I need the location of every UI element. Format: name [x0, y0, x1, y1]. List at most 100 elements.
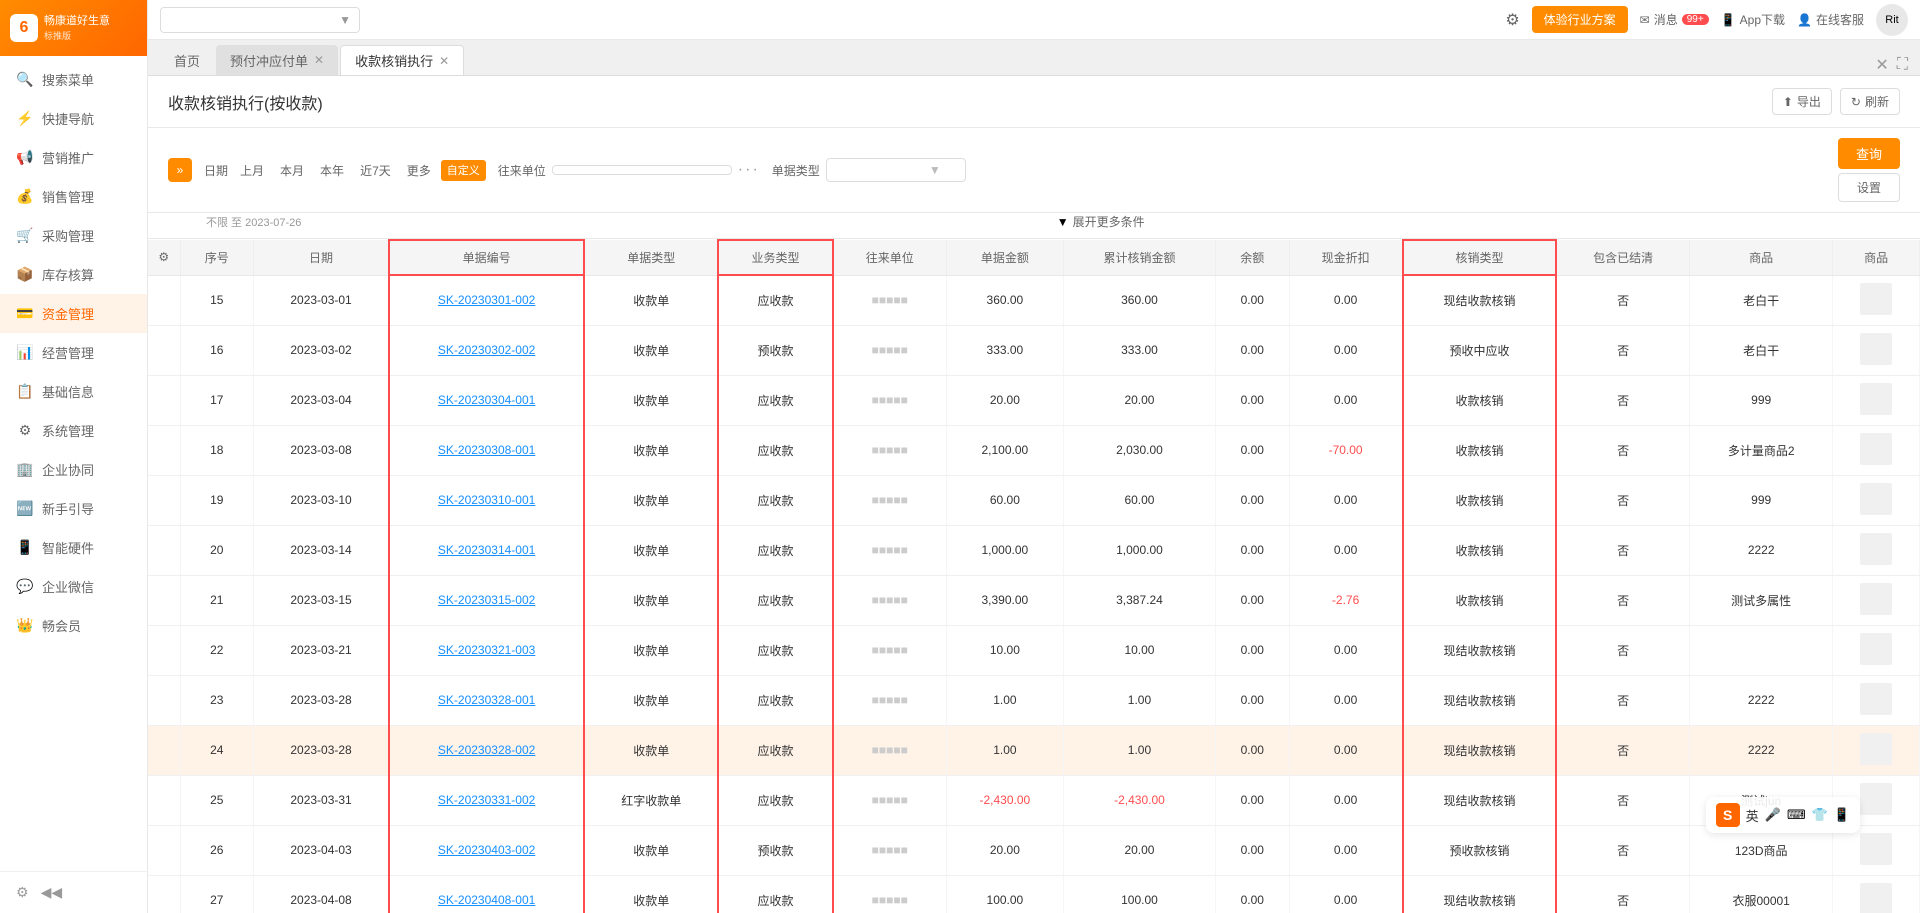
bill-no-link[interactable]: SK-20230308-001	[438, 443, 535, 457]
table-row[interactable]: 27 2023-04-08 SK-20230408-001 收款单 应收款 ■■…	[148, 875, 1920, 913]
cell-gear	[148, 375, 180, 425]
cell-bill-no: SK-20230314-001	[389, 525, 584, 575]
sidebar-item-label: 新手引导	[42, 499, 94, 518]
maximize-icon[interactable]: ⛶	[1897, 56, 1908, 74]
cell-counterpart: ■■■■■	[833, 775, 947, 825]
settings-footer-icon[interactable]: ⚙	[16, 884, 29, 901]
sidebar-item-finance[interactable]: 💳 资金管理	[0, 294, 147, 333]
mic-icon[interactable]: 🎤	[1765, 807, 1781, 823]
sidebar-item-label: 销售管理	[42, 187, 94, 206]
filter-action-btns: 查询 设置	[1838, 138, 1900, 202]
sidebar-item-system[interactable]: ⚙ 系统管理	[0, 411, 147, 450]
last-7-days-btn[interactable]: 近7天	[354, 160, 397, 181]
bill-no-link[interactable]: SK-20230310-001	[438, 493, 535, 507]
sidebar-item-search[interactable]: 🔍 搜索菜单	[0, 60, 147, 99]
user-avatar[interactable]: Rit	[1876, 4, 1908, 36]
table-row[interactable]: 17 2023-03-04 SK-20230304-001 收款单 应收款 ■■…	[148, 375, 1920, 425]
table-row[interactable]: 23 2023-03-28 SK-20230328-001 收款单 应收款 ■■…	[148, 675, 1920, 725]
solution-button[interactable]: 体验行业方案	[1532, 6, 1628, 33]
member-icon: 👑	[16, 617, 34, 634]
more-date-btn[interactable]: 更多	[401, 160, 437, 181]
cell-gear	[148, 725, 180, 775]
table-row[interactable]: 16 2023-03-02 SK-20230302-002 收款单 预收款 ■■…	[148, 325, 1920, 375]
bill-no-link[interactable]: SK-20230328-001	[438, 693, 535, 707]
sidebar-item-member[interactable]: 👑 畅会员	[0, 606, 147, 645]
messages-area[interactable]: ✉ 消息 99+	[1640, 11, 1709, 28]
sidebar-item-wechat[interactable]: 💬 企业微信	[0, 567, 147, 606]
table-row[interactable]: 25 2023-03-31 SK-20230331-002 红字收款单 应收款 …	[148, 775, 1920, 825]
this-year-btn[interactable]: 本年	[314, 160, 350, 181]
cell-gear	[148, 675, 180, 725]
operation-icon: 📊	[16, 344, 34, 361]
app-download-area[interactable]: 📱 App下载	[1721, 11, 1785, 28]
tab-prepay-verify[interactable]: 预付冲应付单 ✕	[216, 45, 338, 75]
sidebar-item-guide[interactable]: 🆕 新手引导	[0, 489, 147, 528]
sidebar-item-hardware[interactable]: 📱 智能硬件	[0, 528, 147, 567]
bill-no-link[interactable]: SK-20230302-002	[438, 343, 535, 357]
sidebar-item-purchase[interactable]: 🛒 采购管理	[0, 216, 147, 255]
mobile-icon[interactable]: 📱	[1834, 807, 1850, 823]
cell-goods-img	[1833, 625, 1920, 675]
filter-toggle-btn[interactable]: »	[168, 158, 192, 182]
this-month-btn[interactable]: 本月	[274, 160, 310, 181]
export-button[interactable]: ⬆ 导出	[1772, 88, 1832, 115]
cell-cash-discount: -2.76	[1289, 575, 1403, 625]
filter-settings-button[interactable]: 设置	[1838, 173, 1900, 202]
table-row[interactable]: 26 2023-04-03 SK-20230403-002 收款单 预收款 ■■…	[148, 825, 1920, 875]
bill-type-select[interactable]: ▼	[826, 158, 966, 182]
col-gear[interactable]: ⚙	[148, 240, 180, 275]
online-service-area[interactable]: 👤 在线客服	[1797, 11, 1864, 28]
shirt-icon[interactable]: 👕	[1812, 807, 1828, 823]
table-row[interactable]: 19 2023-03-10 SK-20230310-001 收款单 应收款 ■■…	[148, 475, 1920, 525]
bill-no-link[interactable]: SK-20230331-002	[438, 793, 535, 807]
cell-verified: 360.00	[1063, 275, 1215, 325]
cell-counterpart: ■■■■■	[833, 675, 947, 725]
sidebar-item-quick-nav[interactable]: ⚡ 快捷导航	[0, 99, 147, 138]
sogou-icon: S	[1716, 803, 1740, 827]
cell-counterpart: ■■■■■	[833, 375, 947, 425]
bill-no-link[interactable]: SK-20230403-002	[438, 843, 535, 857]
bill-no-link[interactable]: SK-20230315-002	[438, 593, 535, 607]
close-all-icon[interactable]: ✕	[1875, 55, 1888, 75]
sidebar-item-basic-info[interactable]: 📋 基础信息	[0, 372, 147, 411]
table-row[interactable]: 24 2023-03-28 SK-20230328-002 收款单 应收款 ■■…	[148, 725, 1920, 775]
bill-no-link[interactable]: SK-20230301-002	[438, 293, 535, 307]
last-month-btn[interactable]: 上月	[234, 160, 270, 181]
cell-goods: 多计量商品2	[1690, 425, 1833, 475]
sidebar-item-label: 经营管理	[42, 343, 94, 362]
bill-no-link[interactable]: SK-20230314-001	[438, 543, 535, 557]
cell-date: 2023-03-21	[254, 625, 389, 675]
sales-icon: 💰	[16, 188, 34, 205]
cell-verify-type: 收款核销	[1403, 375, 1557, 425]
sidebar-item-sales[interactable]: 💰 销售管理	[0, 177, 147, 216]
sidebar-item-operation[interactable]: 📊 经营管理	[0, 333, 147, 372]
refresh-button[interactable]: ↻ 刷新	[1840, 88, 1900, 115]
table-row[interactable]: 18 2023-03-08 SK-20230308-001 收款单 应收款 ■■…	[148, 425, 1920, 475]
table-row[interactable]: 22 2023-03-21 SK-20230321-003 收款单 应收款 ■■…	[148, 625, 1920, 675]
collapse-icon[interactable]: ◀◀	[41, 884, 63, 901]
bill-no-link[interactable]: SK-20230321-003	[438, 643, 535, 657]
sidebar-item-enterprise[interactable]: 🏢 企业协同	[0, 450, 147, 489]
query-button[interactable]: 查询	[1838, 138, 1900, 169]
custom-date-btn[interactable]: 自定义	[441, 160, 486, 181]
table-row[interactable]: 21 2023-03-15 SK-20230315-002 收款单 应收款 ■■…	[148, 575, 1920, 625]
table-row[interactable]: 15 2023-03-01 SK-20230301-002 收款单 应收款 ■■…	[148, 275, 1920, 325]
settings-icon[interactable]: ⚙	[1505, 10, 1519, 30]
tab-home[interactable]: 首页	[160, 45, 214, 75]
sidebar-item-inventory[interactable]: 📦 库存核算	[0, 255, 147, 294]
cell-counterpart: ■■■■■	[833, 725, 947, 775]
table-row[interactable]: 20 2023-03-14 SK-20230314-001 收款单 应收款 ■■…	[148, 525, 1920, 575]
expand-more-btn[interactable]: ▼ 展开更多条件	[1057, 213, 1145, 230]
tab-receipt-verify[interactable]: 收款核销执行 ✕	[340, 45, 464, 75]
sidebar-item-marketing[interactable]: 📢 营销推广	[0, 138, 147, 177]
counterpart-input[interactable]	[552, 165, 732, 175]
bill-no-link[interactable]: SK-20230408-001	[438, 893, 535, 907]
tab-prepay-close[interactable]: ✕	[314, 53, 324, 67]
cell-verify-type: 现结收款核销	[1403, 775, 1557, 825]
bill-no-link[interactable]: SK-20230304-001	[438, 393, 535, 407]
tab-receipt-close[interactable]: ✕	[439, 54, 449, 68]
cell-amount: 333.00	[946, 325, 1063, 375]
bill-no-link[interactable]: SK-20230328-002	[438, 743, 535, 757]
search-box[interactable]: ▼	[160, 7, 360, 33]
keyboard-icon[interactable]: ⌨	[1787, 807, 1806, 823]
